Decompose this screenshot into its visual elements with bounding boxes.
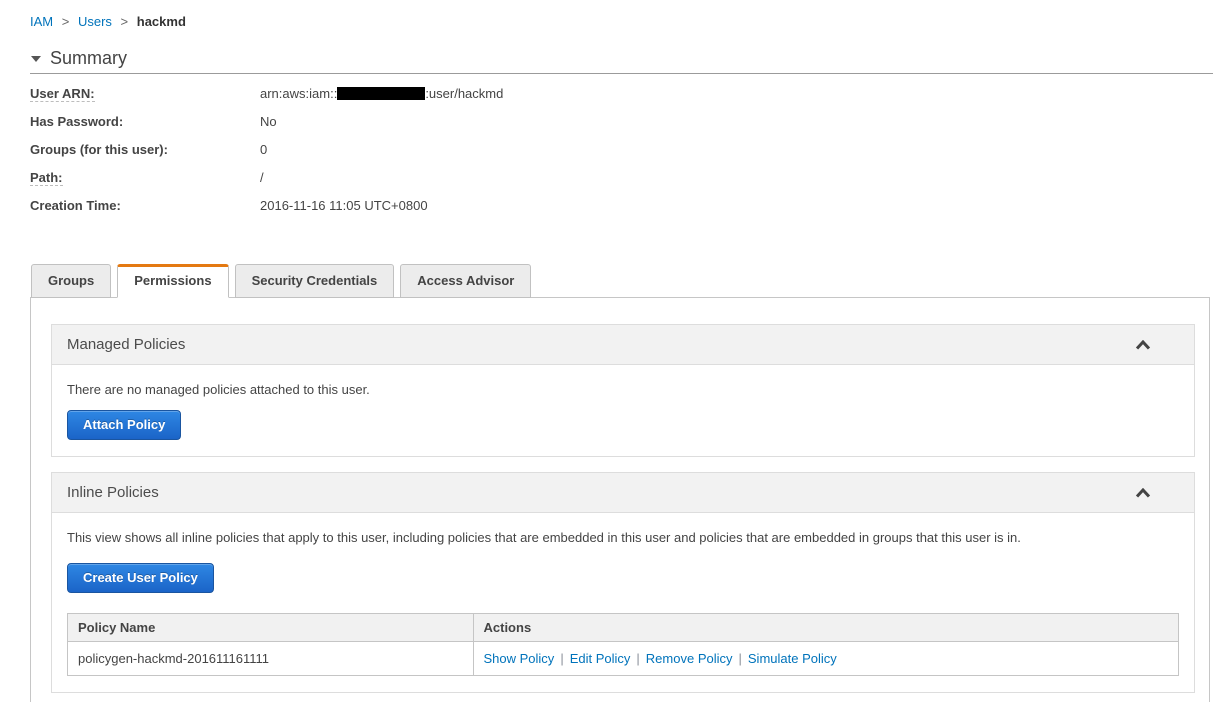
summary-divider: [30, 73, 1213, 74]
managed-policies-header: Managed Policies: [52, 325, 1194, 365]
breadcrumb-current-user: hackmd: [136, 14, 186, 29]
inline-policies-table: Policy Name Actions policygen-hackmd-201…: [67, 613, 1179, 676]
tab-strip: Groups Permissions Security Credentials …: [31, 264, 1214, 298]
path-label: Path:: [30, 170, 63, 186]
breadcrumb-separator: >: [61, 14, 70, 29]
breadcrumb-link-iam[interactable]: IAM: [30, 14, 53, 29]
attach-policy-button[interactable]: Attach Policy: [67, 410, 182, 440]
has-password-value: No: [260, 114, 277, 129]
action-separator: |: [738, 651, 742, 666]
managed-policies-body: There are no managed policies attached t…: [52, 365, 1194, 456]
breadcrumb: IAM > Users > hackmd: [0, 0, 1214, 30]
remove-policy-link[interactable]: Remove Policy: [646, 651, 733, 666]
simulate-policy-link[interactable]: Simulate Policy: [748, 651, 837, 666]
action-separator: |: [636, 651, 640, 666]
field-row-path: Path: /: [30, 170, 1214, 198]
permissions-tab-panel: Managed Policies There are no managed po…: [30, 297, 1210, 702]
tab-permissions[interactable]: Permissions: [117, 264, 229, 298]
inline-policies-section: Inline Policies This view shows all inli…: [51, 472, 1195, 693]
collapse-chevron-icon[interactable]: [1133, 338, 1179, 352]
field-row-user-arn: User ARN: arn:aws:iam:::user/hackmd: [30, 86, 1214, 114]
field-row-creation-time: Creation Time: 2016-11-16 11:05 UTC+0800: [30, 198, 1214, 226]
redacted-account-id: [337, 87, 426, 100]
table-header-row: Policy Name Actions: [67, 613, 1179, 642]
field-row-groups: Groups (for this user): 0: [30, 142, 1214, 170]
policy-name-cell: policygen-hackmd-201611161111: [67, 641, 474, 676]
creation-time-label: Creation Time:: [30, 198, 121, 213]
column-header-actions: Actions: [472, 613, 1179, 642]
managed-policies-empty-text: There are no managed policies attached t…: [67, 382, 370, 397]
summary-title: Summary: [50, 48, 128, 68]
policy-actions-cell: Show Policy | Edit Policy | Remove Policy | Si…: [472, 641, 1179, 676]
inline-policies-description: This view shows all inline policies that…: [67, 530, 1021, 545]
breadcrumb-separator: >: [120, 14, 129, 29]
managed-policies-section: Managed Policies There are no managed po…: [51, 324, 1195, 457]
creation-time-value: 2016-11-16 11:05 UTC+0800: [260, 198, 428, 213]
has-password-label: Has Password:: [30, 114, 124, 129]
field-row-has-password: Has Password: No: [30, 114, 1214, 142]
edit-policy-link[interactable]: Edit Policy: [570, 651, 631, 666]
action-separator: |: [560, 651, 564, 666]
tab-access-advisor[interactable]: Access Advisor: [400, 264, 532, 298]
tab-groups[interactable]: Groups: [31, 264, 112, 298]
show-policy-link[interactable]: Show Policy: [484, 651, 555, 666]
collapse-chevron-icon[interactable]: [1133, 486, 1179, 500]
inline-policies-body: This view shows all inline policies that…: [52, 513, 1194, 692]
summary-section-toggle[interactable]: Summary: [31, 48, 1214, 69]
inline-policies-header: Inline Policies: [52, 473, 1194, 513]
iam-user-detail-page: IAM > Users > hackmd Summary User ARN: a…: [0, 0, 1214, 702]
path-value: /: [260, 170, 264, 185]
groups-label: Groups (for this user):: [30, 142, 168, 157]
collapse-triangle-icon: [31, 55, 41, 62]
tab-security-credentials[interactable]: Security Credentials: [234, 264, 395, 298]
summary-fields: User ARN: arn:aws:iam:::user/hackmd Has …: [30, 86, 1214, 226]
table-row: policygen-hackmd-201611161111 Show Polic…: [67, 641, 1179, 676]
create-user-policy-button[interactable]: Create User Policy: [67, 563, 214, 593]
breadcrumb-link-users[interactable]: Users: [78, 14, 112, 29]
user-arn-label: User ARN:: [30, 86, 95, 102]
inline-policies-title: Inline Policies: [67, 484, 159, 501]
user-arn-value: arn:aws:iam:::user/hackmd: [260, 86, 504, 101]
managed-policies-title: Managed Policies: [67, 336, 186, 353]
groups-value: 0: [260, 142, 268, 157]
column-header-policy-name: Policy Name: [67, 613, 474, 642]
